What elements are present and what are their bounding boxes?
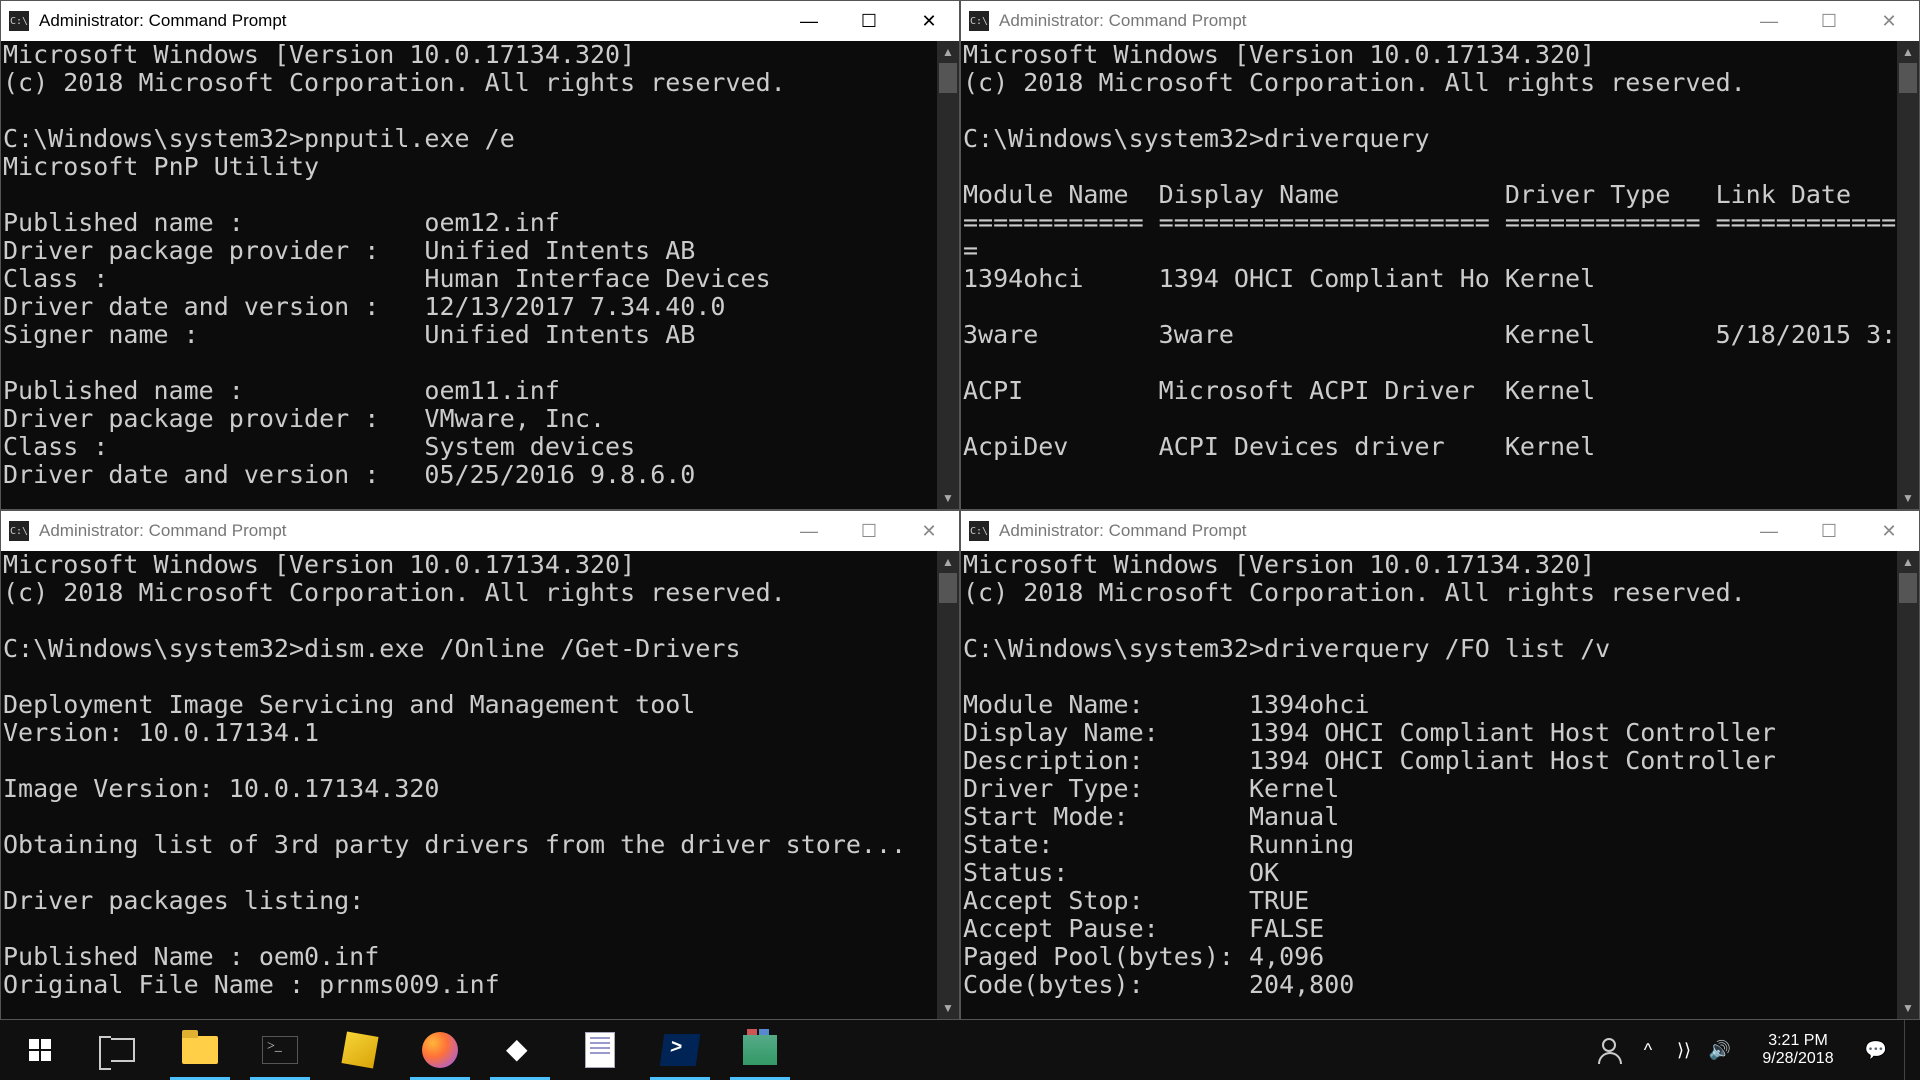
scroll-down-icon[interactable]: ▼ [937, 487, 959, 509]
close-button[interactable]: ✕ [899, 511, 959, 551]
network-button[interactable]: ⟩⟩ [1666, 1020, 1702, 1080]
chevron-up-icon: ^ [1644, 1040, 1652, 1061]
scroll-down-icon[interactable]: ▼ [1897, 487, 1919, 509]
people-button[interactable] [1594, 1020, 1630, 1080]
action-center-button[interactable]: 💬 [1858, 1020, 1894, 1080]
close-button[interactable]: ✕ [1859, 1, 1919, 41]
start-button[interactable] [0, 1020, 80, 1080]
scroll-thumb[interactable] [939, 573, 957, 603]
cmd-icon: C:\ [969, 11, 989, 31]
windows-logo-icon [28, 1038, 52, 1062]
scrollbar[interactable]: ▲ ▼ [937, 41, 959, 509]
window-title: Administrator: Command Prompt [999, 521, 1739, 541]
close-button[interactable]: ✕ [1859, 511, 1919, 551]
scroll-down-icon[interactable]: ▼ [937, 997, 959, 1019]
app-button-books[interactable] [720, 1020, 800, 1080]
scroll-down-icon[interactable]: ▼ [1897, 997, 1919, 1019]
minimize-button[interactable]: — [779, 511, 839, 551]
titlebar[interactable]: C:\ Administrator: Command Prompt — ☐ ✕ [961, 1, 1919, 41]
console-output[interactable]: Microsoft Windows [Version 10.0.17134.32… [1, 41, 937, 509]
terminal-icon [262, 1036, 298, 1064]
show-desktop-button[interactable] [1904, 1020, 1914, 1080]
window-title: Administrator: Command Prompt [999, 11, 1739, 31]
people-icon [1598, 1036, 1626, 1064]
scrollbar[interactable]: ▲ ▼ [937, 551, 959, 1019]
books-icon [743, 1035, 777, 1065]
wifi-icon: ⟩⟩ [1677, 1040, 1691, 1061]
close-button[interactable]: ✕ [899, 1, 959, 41]
minimize-button[interactable]: — [1739, 511, 1799, 551]
scrollbar[interactable]: ▲ ▼ [1897, 551, 1919, 1019]
scroll-up-icon[interactable]: ▲ [1897, 41, 1919, 63]
scroll-up-icon[interactable]: ▲ [1897, 551, 1919, 573]
cmd-window-top-left[interactable]: C:\ Administrator: Command Prompt — ☐ ✕ … [0, 0, 960, 510]
clock-date: 9/28/2018 [1762, 1050, 1833, 1068]
maximize-button[interactable]: ☐ [1799, 1, 1859, 41]
scroll-up-icon[interactable]: ▲ [937, 551, 959, 573]
scroll-up-icon[interactable]: ▲ [937, 41, 959, 63]
task-view-icon [105, 1038, 135, 1062]
clock-button[interactable]: 3:21 PM 9/28/2018 [1738, 1032, 1858, 1068]
maximize-button[interactable]: ☐ [839, 1, 899, 41]
notepad-button[interactable] [560, 1020, 640, 1080]
command-prompt-button[interactable] [240, 1020, 320, 1080]
cmd-window-bottom-right[interactable]: C:\ Administrator: Command Prompt — ☐ ✕ … [960, 510, 1920, 1020]
notification-icon: 💬 [1865, 1040, 1887, 1061]
window-title: Administrator: Command Prompt [39, 11, 779, 31]
powershell-button[interactable] [640, 1020, 720, 1080]
scrollbar[interactable]: ▲ ▼ [1897, 41, 1919, 509]
taskbar: ^ ⟩⟩ 🔊 3:21 PM 9/28/2018 💬 [0, 1020, 1920, 1080]
powershell-icon [660, 1034, 700, 1066]
file-explorer-button[interactable] [160, 1020, 240, 1080]
maximize-button[interactable]: ☐ [839, 511, 899, 551]
titlebar[interactable]: C:\ Administrator: Command Prompt — ☐ ✕ [1, 511, 959, 551]
titlebar[interactable]: C:\ Administrator: Command Prompt — ☐ ✕ [1, 1, 959, 41]
cmd-window-top-right[interactable]: C:\ Administrator: Command Prompt — ☐ ✕ … [960, 0, 1920, 510]
clock-time: 3:21 PM [1768, 1032, 1828, 1050]
window-title: Administrator: Command Prompt [39, 521, 779, 541]
firefox-icon [422, 1032, 458, 1068]
cmd-icon: C:\ [9, 521, 29, 541]
volume-button[interactable]: 🔊 [1702, 1020, 1738, 1080]
firefox-button[interactable] [400, 1020, 480, 1080]
scroll-thumb[interactable] [1899, 63, 1917, 93]
tray-chevron-button[interactable]: ^ [1630, 1020, 1666, 1080]
minimize-button[interactable]: — [1739, 1, 1799, 41]
notepad-icon [585, 1032, 615, 1068]
scroll-thumb[interactable] [939, 63, 957, 93]
console-output[interactable]: Microsoft Windows [Version 10.0.17134.32… [1, 551, 937, 1019]
white-app-icon [504, 1034, 536, 1066]
minimize-button[interactable]: — [779, 1, 839, 41]
maximize-button[interactable]: ☐ [1799, 511, 1859, 551]
cmd-window-bottom-left[interactable]: C:\ Administrator: Command Prompt — ☐ ✕ … [0, 510, 960, 1020]
titlebar[interactable]: C:\ Administrator: Command Prompt — ☐ ✕ [961, 511, 1919, 551]
app-button-yellow[interactable] [320, 1020, 400, 1080]
cmd-icon: C:\ [9, 11, 29, 31]
console-output[interactable]: Microsoft Windows [Version 10.0.17134.32… [961, 551, 1897, 1019]
scroll-thumb[interactable] [1899, 573, 1917, 603]
cmd-icon: C:\ [969, 521, 989, 541]
speaker-icon: 🔊 [1709, 1040, 1731, 1061]
folder-icon [182, 1036, 218, 1064]
yellow-app-icon [341, 1031, 378, 1068]
app-button-white[interactable] [480, 1020, 560, 1080]
task-view-button[interactable] [80, 1020, 160, 1080]
console-output[interactable]: Microsoft Windows [Version 10.0.17134.32… [961, 41, 1897, 509]
